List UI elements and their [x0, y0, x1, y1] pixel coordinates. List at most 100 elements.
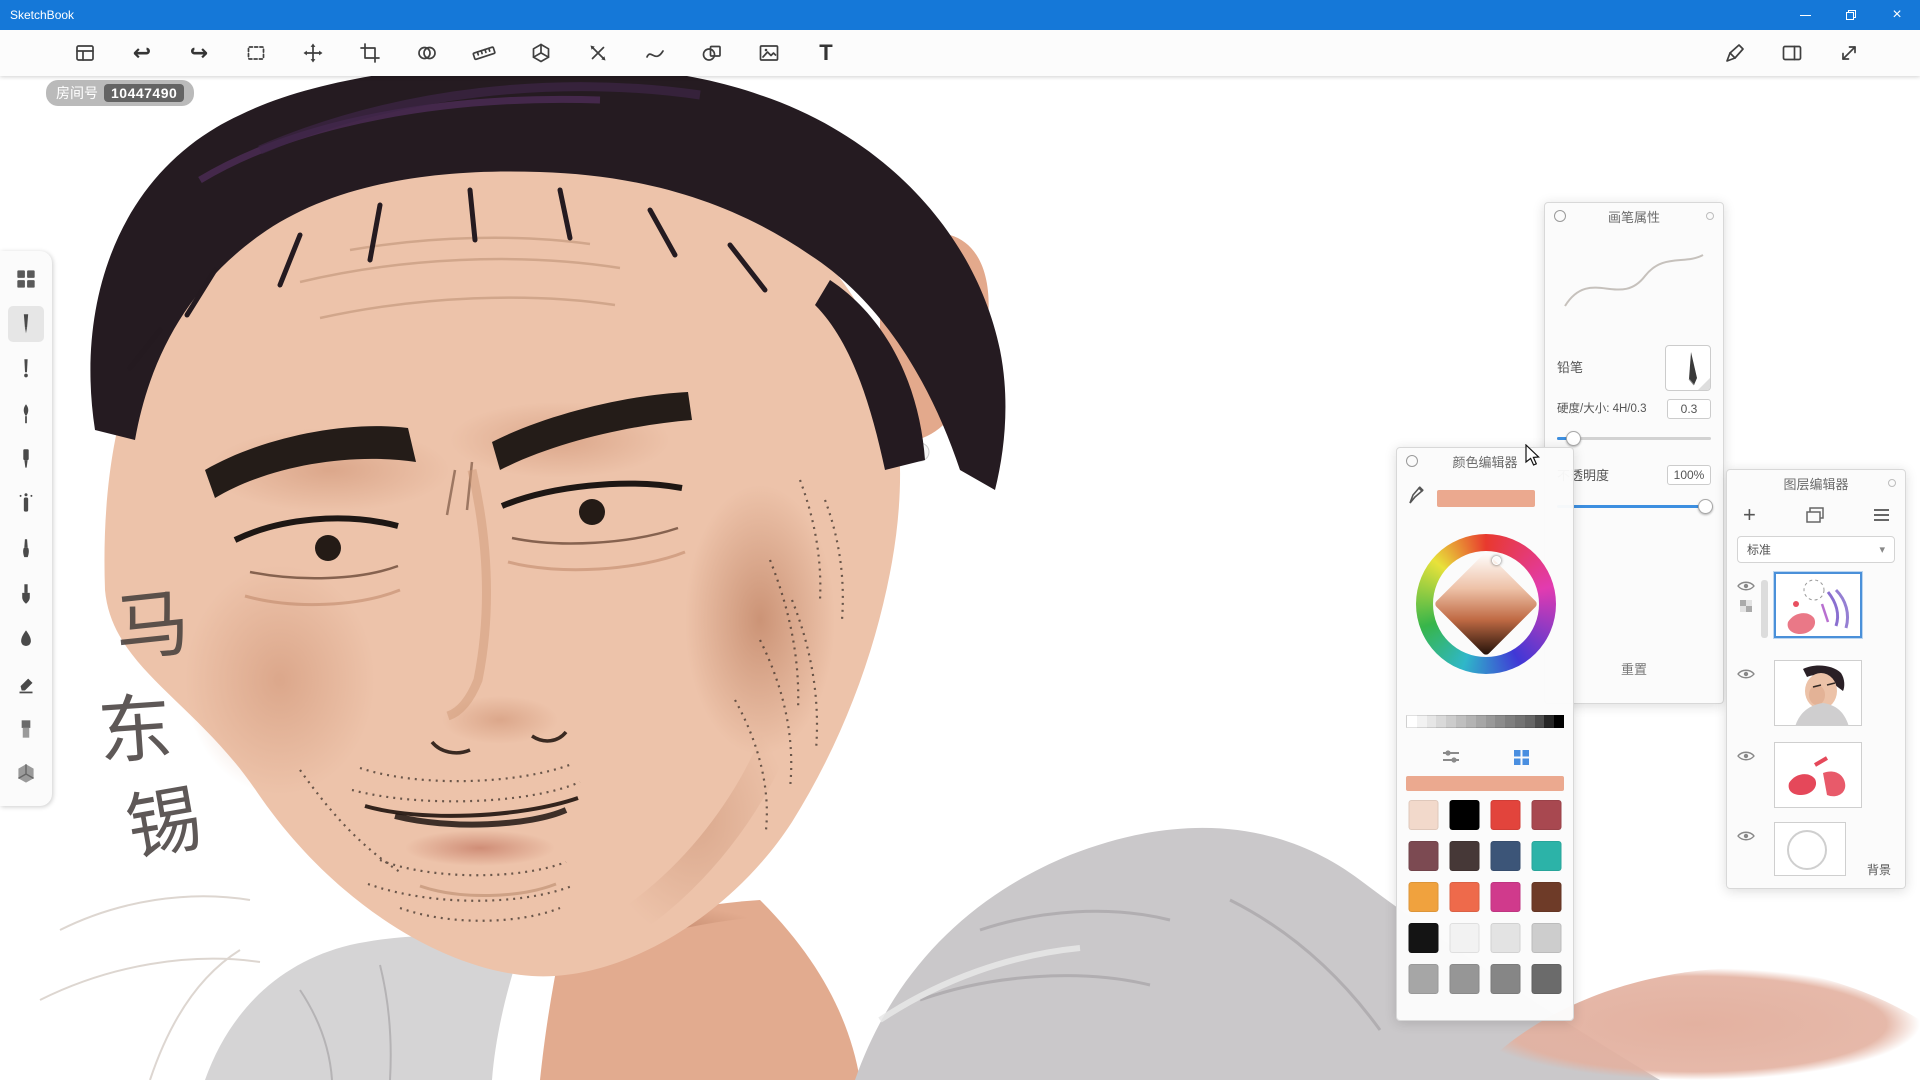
perspective-button[interactable] — [524, 36, 558, 70]
transform-button[interactable] — [296, 36, 330, 70]
close-button[interactable]: × — [1874, 0, 1920, 30]
tool-ink-pen[interactable] — [8, 396, 44, 432]
palette-swatch[interactable] — [1408, 964, 1439, 994]
minimize-button[interactable] — [1782, 0, 1828, 30]
grayscale-swatch[interactable] — [1544, 715, 1555, 728]
ruler-button[interactable] — [467, 36, 501, 70]
palette-swatch[interactable] — [1531, 882, 1562, 912]
tool-flat-brush[interactable] — [8, 576, 44, 612]
grayscale-swatch[interactable] — [1485, 715, 1496, 728]
crop-button[interactable] — [353, 36, 387, 70]
shapes-button[interactable] — [695, 36, 729, 70]
panel-pin-icon[interactable] — [1706, 212, 1714, 220]
color-panel-header[interactable]: 颜色编辑器 — [1397, 448, 1573, 474]
blend-mode-select[interactable]: 标准 ▾ — [1737, 536, 1895, 563]
symmetry-button[interactable] — [410, 36, 444, 70]
panel-handle-icon[interactable] — [1554, 210, 1566, 222]
palette-swatch[interactable] — [1490, 964, 1521, 994]
layer-thumbnail[interactable] — [1774, 572, 1862, 638]
tool-eraser[interactable] — [8, 666, 44, 702]
palette-swatch[interactable] — [1531, 841, 1562, 871]
palette-swatch[interactable] — [1531, 964, 1562, 994]
visibility-eye-icon[interactable] — [1737, 668, 1755, 680]
distort-button[interactable] — [581, 36, 615, 70]
grayscale-swatch[interactable] — [1534, 715, 1545, 728]
tool-airbrush[interactable] — [8, 486, 44, 522]
tool-texture-brush[interactable] — [8, 756, 44, 792]
palette-swatch[interactable] — [1490, 882, 1521, 912]
grayscale-swatch[interactable] — [1514, 715, 1525, 728]
opacity-slider-knob[interactable] — [1698, 498, 1713, 514]
layer-thumbnail[interactable] — [1774, 822, 1846, 876]
palette-swatch[interactable] — [1408, 882, 1439, 912]
layer-row-sketch[interactable] — [1731, 572, 1901, 654]
brush-settings-button[interactable] — [1718, 36, 1752, 70]
size-slider[interactable] — [1557, 430, 1711, 446]
size-value-field[interactable]: 0.3 — [1667, 399, 1711, 419]
opacity-value-field[interactable]: 100% — [1667, 465, 1711, 485]
tool-brush-library[interactable] — [8, 261, 44, 297]
eyedropper-icon[interactable] — [1407, 484, 1427, 506]
add-layer-button[interactable]: + — [1743, 504, 1756, 526]
import-image-button[interactable] — [752, 36, 786, 70]
grayscale-swatch[interactable] — [1524, 715, 1535, 728]
grayscale-swatch[interactable] — [1475, 715, 1486, 728]
color-wheel[interactable] — [1416, 534, 1556, 674]
grayscale-swatch[interactable] — [1436, 715, 1447, 728]
palette-swatch[interactable] — [1490, 800, 1521, 830]
layer-row-marks[interactable] — [1731, 742, 1901, 816]
alpha-lock-icon[interactable] — [1740, 600, 1752, 612]
reset-button[interactable]: 重置 — [1607, 655, 1661, 682]
grayscale-swatch[interactable] — [1456, 715, 1466, 728]
fullscreen-button[interactable] — [1832, 36, 1866, 70]
palette-swatch[interactable] — [1490, 923, 1521, 953]
panel-handle-icon[interactable] — [1406, 455, 1418, 467]
palette-swatch[interactable] — [1531, 923, 1562, 953]
grayscale-swatch[interactable] — [1446, 715, 1457, 728]
interface-button[interactable] — [1775, 36, 1809, 70]
sliders-tab-icon[interactable] — [1441, 749, 1461, 765]
visibility-eye-icon[interactable] — [1737, 750, 1755, 762]
redo-button[interactable]: ↪ — [182, 36, 216, 70]
color-indicator[interactable] — [1491, 556, 1501, 565]
brush-type-thumbnail[interactable] — [1665, 345, 1711, 391]
palette-swatch[interactable] — [1449, 800, 1480, 830]
opacity-slider[interactable] — [1557, 498, 1713, 514]
layer-row-portrait[interactable] — [1731, 660, 1901, 736]
tool-ballpoint-pen[interactable] — [8, 351, 44, 387]
tool-paintbrush[interactable] — [8, 531, 44, 567]
palette-swatch[interactable] — [1449, 882, 1480, 912]
layer-menu-icon[interactable] — [1873, 509, 1889, 521]
palette-swatch[interactable] — [1449, 923, 1480, 953]
palette-swatch[interactable] — [1408, 923, 1439, 953]
grayscale-swatch[interactable] — [1554, 715, 1564, 728]
brush-panel-header[interactable]: 画笔属性 — [1545, 203, 1723, 229]
tool-copic-library[interactable] — [8, 711, 44, 747]
grayscale-swatch[interactable] — [1465, 715, 1476, 728]
current-color-swatch[interactable] — [1437, 490, 1535, 507]
layer-panel-header[interactable]: 图层编辑器 — [1727, 470, 1905, 496]
undo-button[interactable]: ↩ — [125, 36, 159, 70]
grayscale-swatch[interactable] — [1406, 715, 1417, 728]
layer-row-background[interactable]: 背景 — [1731, 822, 1901, 884]
tool-pencil[interactable] — [8, 306, 44, 342]
titlebar[interactable]: SketchBook × — [0, 0, 1920, 30]
panel-pin-icon[interactable] — [1888, 479, 1896, 487]
grayscale-swatch[interactable] — [1426, 715, 1437, 728]
active-color-bar[interactable] — [1406, 776, 1564, 791]
tool-marker[interactable] — [8, 441, 44, 477]
palette-swatch[interactable] — [1449, 841, 1480, 871]
size-slider-knob[interactable] — [1566, 430, 1581, 446]
menu-button[interactable] — [68, 36, 102, 70]
palette-swatch[interactable] — [1490, 841, 1521, 871]
grayscale-swatch[interactable] — [1505, 715, 1515, 728]
palette-swatch[interactable] — [1408, 841, 1439, 871]
visibility-eye-icon[interactable] — [1737, 580, 1755, 592]
palette-swatch[interactable] — [1408, 800, 1439, 830]
restore-button[interactable] — [1828, 0, 1874, 30]
palette-tab-icon[interactable] — [1513, 749, 1530, 766]
duplicate-layer-icon[interactable] — [1805, 506, 1825, 524]
palette-swatch[interactable] — [1449, 964, 1480, 994]
text-tool-button[interactable]: T — [809, 36, 843, 70]
select-button[interactable] — [239, 36, 273, 70]
